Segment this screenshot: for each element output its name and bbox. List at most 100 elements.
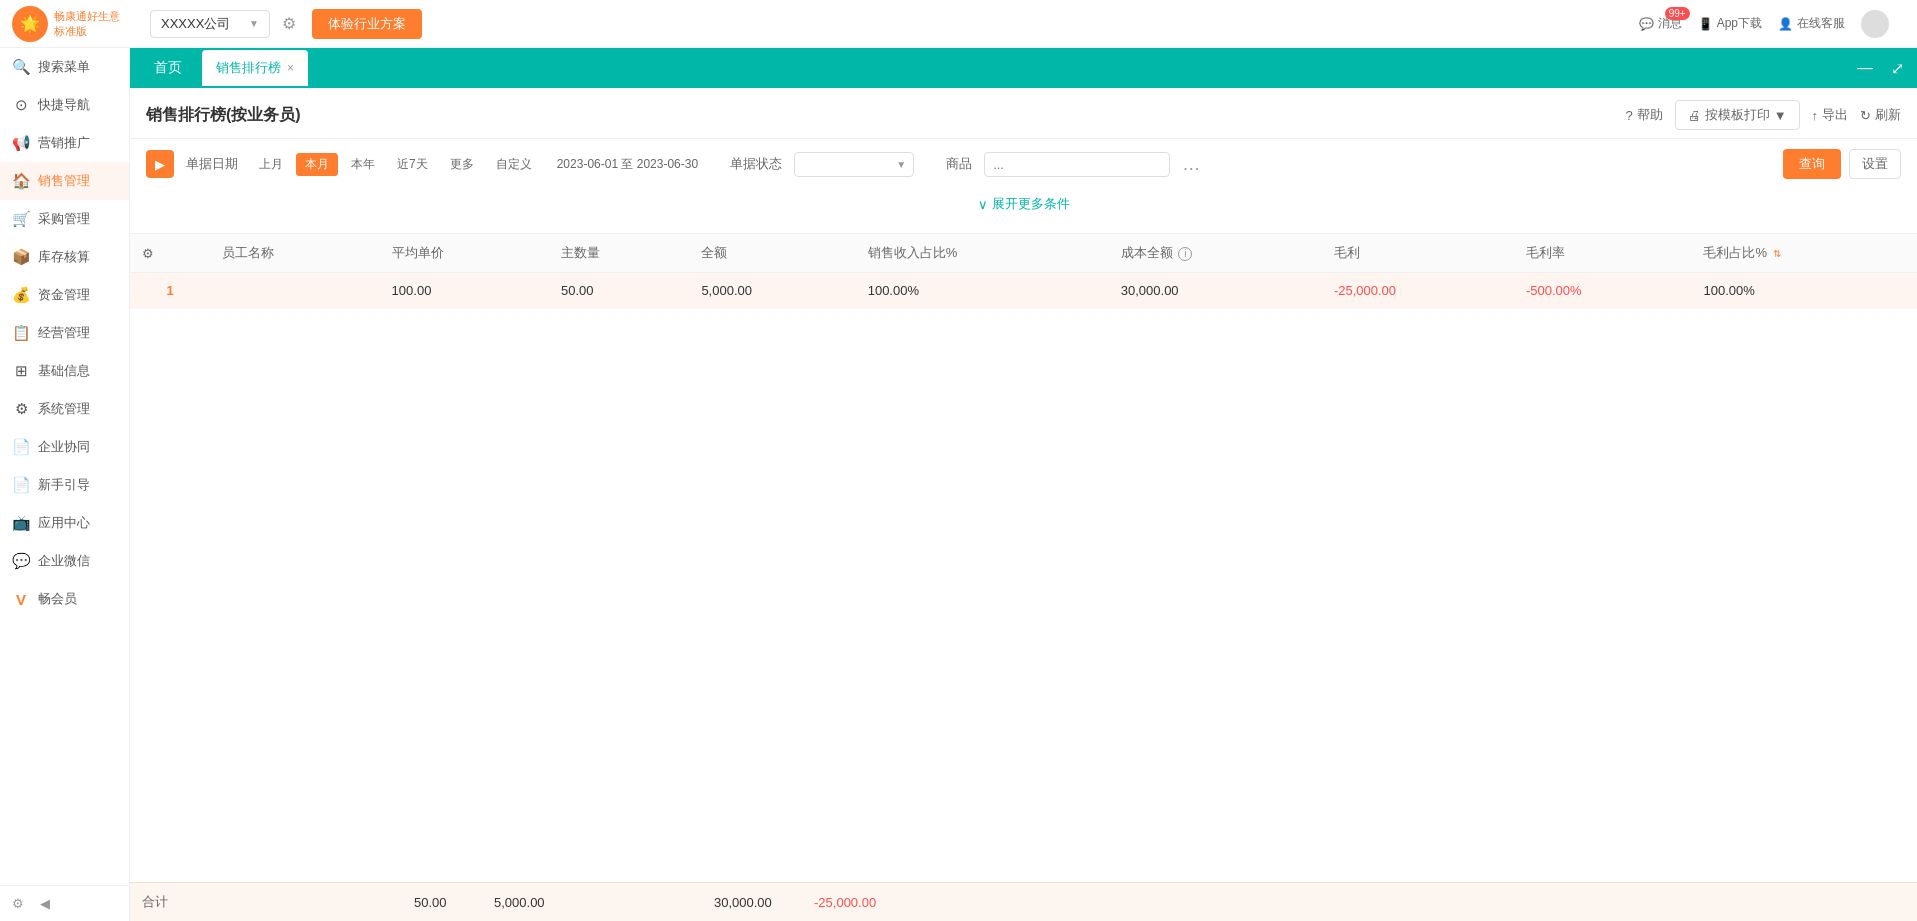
- status-filter-label: 单据状态: [730, 155, 782, 173]
- message-button[interactable]: 💬 消息 99+: [1639, 15, 1682, 32]
- export-icon: ↑: [1812, 108, 1819, 123]
- status-select[interactable]: [794, 152, 914, 177]
- date-tab-last-month[interactable]: 上月: [250, 153, 292, 176]
- footer-name: [202, 895, 322, 910]
- minimize-button[interactable]: —: [1853, 56, 1877, 80]
- appcenter-icon: 📺: [12, 514, 30, 532]
- sidebar-item-newguide[interactable]: 📄 新手引导: [0, 466, 129, 504]
- help-button[interactable]: ? 帮助: [1625, 106, 1662, 124]
- sidebar-bottom: ⚙ ◀: [0, 885, 129, 921]
- footer-cost: 30,000.00: [702, 895, 802, 910]
- cell-cost: 30,000.00: [1109, 273, 1322, 309]
- tab-bar: 首页 销售排行榜 × — ⤢: [130, 48, 1917, 88]
- sidebar-label-sales: 销售管理: [38, 172, 90, 190]
- sidebar-label-system: 系统管理: [38, 400, 90, 418]
- date-tab-current-year[interactable]: 本年: [342, 153, 384, 176]
- refresh-icon: ↻: [1860, 108, 1871, 123]
- online-service-button[interactable]: 👤 在线客服: [1778, 15, 1845, 32]
- refresh-button[interactable]: ↻ 刷新: [1860, 106, 1901, 124]
- system-icon: ⚙: [12, 400, 30, 418]
- sidebar-item-basic[interactable]: ⊞ 基础信息: [0, 352, 129, 390]
- gear-icon[interactable]: ⚙: [278, 10, 300, 37]
- chevron-down-icon: ∨: [978, 197, 988, 212]
- table-row: 1 100.00 50.00 5,000.00 100.00% 30,000.0…: [130, 273, 1917, 309]
- logo-area: 🌟 畅康通好生意 标准版: [12, 6, 142, 42]
- date-tab-last-7days[interactable]: 近7天: [388, 153, 437, 176]
- col-profit: 毛利: [1322, 234, 1514, 273]
- sidebar-item-inventory[interactable]: 📦 库存核算: [0, 238, 129, 276]
- col-settings[interactable]: ⚙: [130, 234, 210, 273]
- cell-rank: 1: [130, 273, 210, 309]
- chevron-down-icon: ▼: [249, 18, 259, 29]
- col-cost: 成本全额 i: [1109, 234, 1322, 273]
- sidebar-item-system[interactable]: ⚙ 系统管理: [0, 390, 129, 428]
- tab-close-icon[interactable]: ×: [287, 61, 294, 75]
- footer-cells: 50.00 5,000.00 30,000.00 -25,000.00: [202, 895, 1905, 910]
- sidebar-label-member: 畅会员: [38, 590, 77, 608]
- sidebar-item-appcenter[interactable]: 📺 应用中心: [0, 504, 129, 542]
- col-sales-pct: 销售收入占比%: [856, 234, 1109, 273]
- col-quantity: 主数量: [549, 234, 689, 273]
- sidebar-item-member[interactable]: V 畅会员: [0, 580, 129, 618]
- date-range-display: 2023-06-01 至 2023-06-30: [557, 156, 698, 173]
- sidebar-item-wechat[interactable]: 💬 企业微信: [0, 542, 129, 580]
- sidebar-item-search[interactable]: 🔍 搜索菜单: [0, 48, 129, 86]
- col-amount: 全额: [689, 234, 855, 273]
- sidebar-label-newguide: 新手引导: [38, 476, 90, 494]
- query-button[interactable]: 查询: [1783, 149, 1841, 179]
- sidebar-label-operation: 经营管理: [38, 324, 90, 342]
- cell-avg-price: 100.00: [380, 273, 549, 309]
- maximize-button[interactable]: ⤢: [1885, 56, 1909, 80]
- page-actions: ? 帮助 🖨 按模板打印 ▼ ↑ 导出 ↻: [1625, 100, 1901, 130]
- cell-sales-pct: 100.00%: [856, 273, 1109, 309]
- sidebar-item-finance[interactable]: 💰 资金管理: [0, 276, 129, 314]
- avatar[interactable]: [1861, 10, 1889, 38]
- sidebar-label-basic: 基础信息: [38, 362, 90, 380]
- company-selector[interactable]: XXXXX公司 ▼: [150, 10, 270, 38]
- sidebar-label-inventory: 库存核算: [38, 248, 90, 266]
- footer-profit: -25,000.00: [802, 895, 902, 910]
- expand-more-row: ∨ 展开更多条件: [146, 185, 1901, 223]
- date-tab-custom[interactable]: 自定义: [487, 153, 541, 176]
- sidebar-item-operation[interactable]: 📋 经营管理: [0, 314, 129, 352]
- sidebar-item-marketing[interactable]: 📢 营销推广: [0, 124, 129, 162]
- goods-filter-more-icon[interactable]: …: [1182, 154, 1200, 175]
- sidebar-label-wechat: 企业微信: [38, 552, 90, 570]
- settings-button[interactable]: 设置: [1849, 149, 1901, 179]
- sidebar-settings-icon[interactable]: ⚙: [12, 896, 24, 911]
- sales-icon: 🏠: [12, 172, 30, 190]
- inventory-icon: 📦: [12, 248, 30, 266]
- sidebar-item-purchase[interactable]: 🛒 采购管理: [0, 200, 129, 238]
- date-tabs: 上月 本月 本年 近7天 更多 自定义: [250, 153, 541, 176]
- table-footer: 合计 50.00 5,000.00 30,000.00 -25,000.00: [130, 882, 1917, 921]
- date-tab-current-month[interactable]: 本月: [296, 153, 338, 176]
- footer-quantity: 50.00: [402, 895, 482, 910]
- expand-more-button[interactable]: ∨ 展开更多条件: [978, 191, 1070, 217]
- sidebar-label-enterprise: 企业协同: [38, 438, 90, 456]
- col-profit-pct: 毛利占比% ⇅: [1691, 234, 1917, 273]
- profit-pct-sort-icon[interactable]: ⇅: [1773, 248, 1781, 259]
- sidebar-label-appcenter: 应用中心: [38, 514, 90, 532]
- export-button[interactable]: ↑ 导出: [1812, 106, 1849, 124]
- filter-expand-arrow[interactable]: ▶: [146, 150, 174, 178]
- member-icon: V: [12, 590, 30, 608]
- print-button[interactable]: 🖨 按模板打印 ▼: [1675, 100, 1800, 130]
- trial-button[interactable]: 体验行业方案: [312, 9, 422, 39]
- cell-profit-rate: -500.00%: [1514, 273, 1692, 309]
- company-name: XXXXX公司: [161, 15, 243, 33]
- date-tab-more[interactable]: 更多: [441, 153, 483, 176]
- tab-home[interactable]: 首页: [138, 48, 198, 88]
- tab-label-sales-ranking: 销售排行榜: [216, 59, 281, 77]
- cost-info-icon[interactable]: i: [1178, 247, 1192, 261]
- tab-window-controls: — ⤢: [1853, 56, 1909, 80]
- sidebar-collapse-icon[interactable]: ◀: [40, 896, 50, 911]
- col-avg-price: 平均单价: [380, 234, 549, 273]
- sidebar-item-enterprise[interactable]: 📄 企业协同: [0, 428, 129, 466]
- sidebar-item-quick-nav[interactable]: ⊙ 快捷导航: [0, 86, 129, 124]
- tab-sales-ranking[interactable]: 销售排行榜 ×: [202, 50, 308, 86]
- sidebar-item-sales[interactable]: 🏠 销售管理: [0, 162, 129, 200]
- goods-filter-input[interactable]: [984, 152, 1170, 177]
- app-download-label: App下载: [1717, 15, 1762, 32]
- online-service-label: 在线客服: [1797, 15, 1845, 32]
- app-download-button[interactable]: 📱 App下载: [1698, 15, 1762, 32]
